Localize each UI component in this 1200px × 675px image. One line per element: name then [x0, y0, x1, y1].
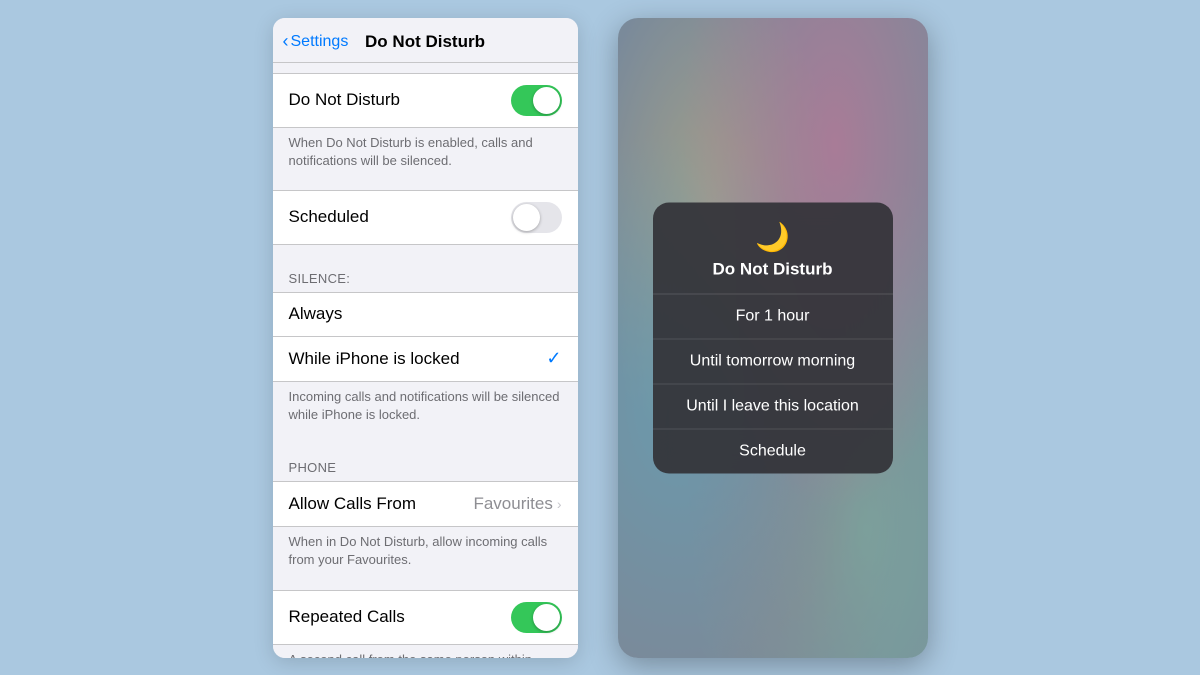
repeated-calls-toggle[interactable]	[511, 602, 562, 633]
scheduled-row: Scheduled	[273, 191, 578, 244]
scheduled-toggle-knob	[513, 204, 540, 231]
scheduled-toggle[interactable]	[511, 202, 562, 233]
main-container: ‹ Settings Do Not Disturb Do Not Disturb…	[0, 0, 1200, 675]
repeated-calls-toggle-knob	[533, 604, 560, 631]
dnd-toggle[interactable]	[511, 85, 562, 116]
dnd-option-leave-location[interactable]: Until I leave this location	[653, 384, 893, 429]
moon-icon: 🌙	[755, 220, 790, 253]
while-locked-sublabel: Incoming calls and notifications will be…	[273, 382, 578, 434]
back-chevron-icon: ‹	[283, 31, 289, 52]
allow-calls-label: Allow Calls From	[289, 494, 417, 514]
repeated-calls-group: Repeated Calls	[273, 590, 578, 645]
notification-panel: 🌙 Do Not Disturb For 1 hour Until tomorr…	[618, 18, 928, 658]
repeated-calls-label: Repeated Calls	[289, 607, 405, 627]
repeated-calls-row: Repeated Calls	[273, 591, 578, 644]
allow-calls-value-text: Favourites	[473, 494, 552, 514]
back-label[interactable]: Settings	[291, 33, 349, 51]
silence-header: SILENCE:	[273, 255, 578, 292]
settings-panel: ‹ Settings Do Not Disturb Do Not Disturb…	[273, 18, 578, 658]
dnd-popup-header: 🌙 Do Not Disturb	[653, 202, 893, 294]
dnd-option-for-1-hour[interactable]: For 1 hour	[653, 294, 893, 339]
dnd-group: Do Not Disturb	[273, 73, 578, 128]
phone-header: PHONE	[273, 444, 578, 481]
dnd-option-schedule[interactable]: Schedule	[653, 429, 893, 473]
while-locked-label: While iPhone is locked	[289, 349, 460, 369]
allow-calls-sublabel: When in Do Not Disturb, allow incoming c…	[273, 527, 578, 579]
dnd-sublabel: When Do Not Disturb is enabled, calls an…	[273, 128, 578, 180]
silence-group: Always While iPhone is locked ✓	[273, 292, 578, 382]
allow-calls-row[interactable]: Allow Calls From Favourites ›	[273, 482, 578, 526]
dnd-popup-title: Do Not Disturb	[713, 259, 833, 279]
always-row[interactable]: Always	[273, 293, 578, 337]
while-locked-row[interactable]: While iPhone is locked ✓	[273, 337, 578, 381]
always-label: Always	[289, 304, 343, 324]
dnd-option-until-tomorrow[interactable]: Until tomorrow morning	[653, 339, 893, 384]
settings-back-button[interactable]: ‹ Settings	[283, 31, 349, 52]
repeated-calls-sublabel: A second call from the same person withi…	[273, 645, 578, 658]
dnd-row: Do Not Disturb	[273, 74, 578, 127]
toggle-knob	[533, 87, 560, 114]
spacer-2	[273, 245, 578, 255]
dnd-popup: 🌙 Do Not Disturb For 1 hour Until tomorr…	[653, 202, 893, 473]
top-spacer	[273, 63, 578, 73]
settings-content: Do Not Disturb When Do Not Disturb is en…	[273, 63, 578, 658]
checkmark-icon: ✓	[546, 348, 561, 369]
phone-group: Allow Calls From Favourites ›	[273, 481, 578, 527]
allow-calls-value: Favourites ›	[473, 494, 561, 514]
dnd-label: Do Not Disturb	[289, 90, 400, 110]
allow-calls-chevron-icon: ›	[557, 496, 562, 512]
spacer-1	[273, 180, 578, 190]
spacer-4	[273, 580, 578, 590]
page-title: Do Not Disturb	[365, 32, 485, 52]
settings-header: ‹ Settings Do Not Disturb	[273, 18, 578, 63]
spacer-3	[273, 434, 578, 444]
scheduled-group: Scheduled	[273, 190, 578, 245]
scheduled-label: Scheduled	[289, 207, 369, 227]
